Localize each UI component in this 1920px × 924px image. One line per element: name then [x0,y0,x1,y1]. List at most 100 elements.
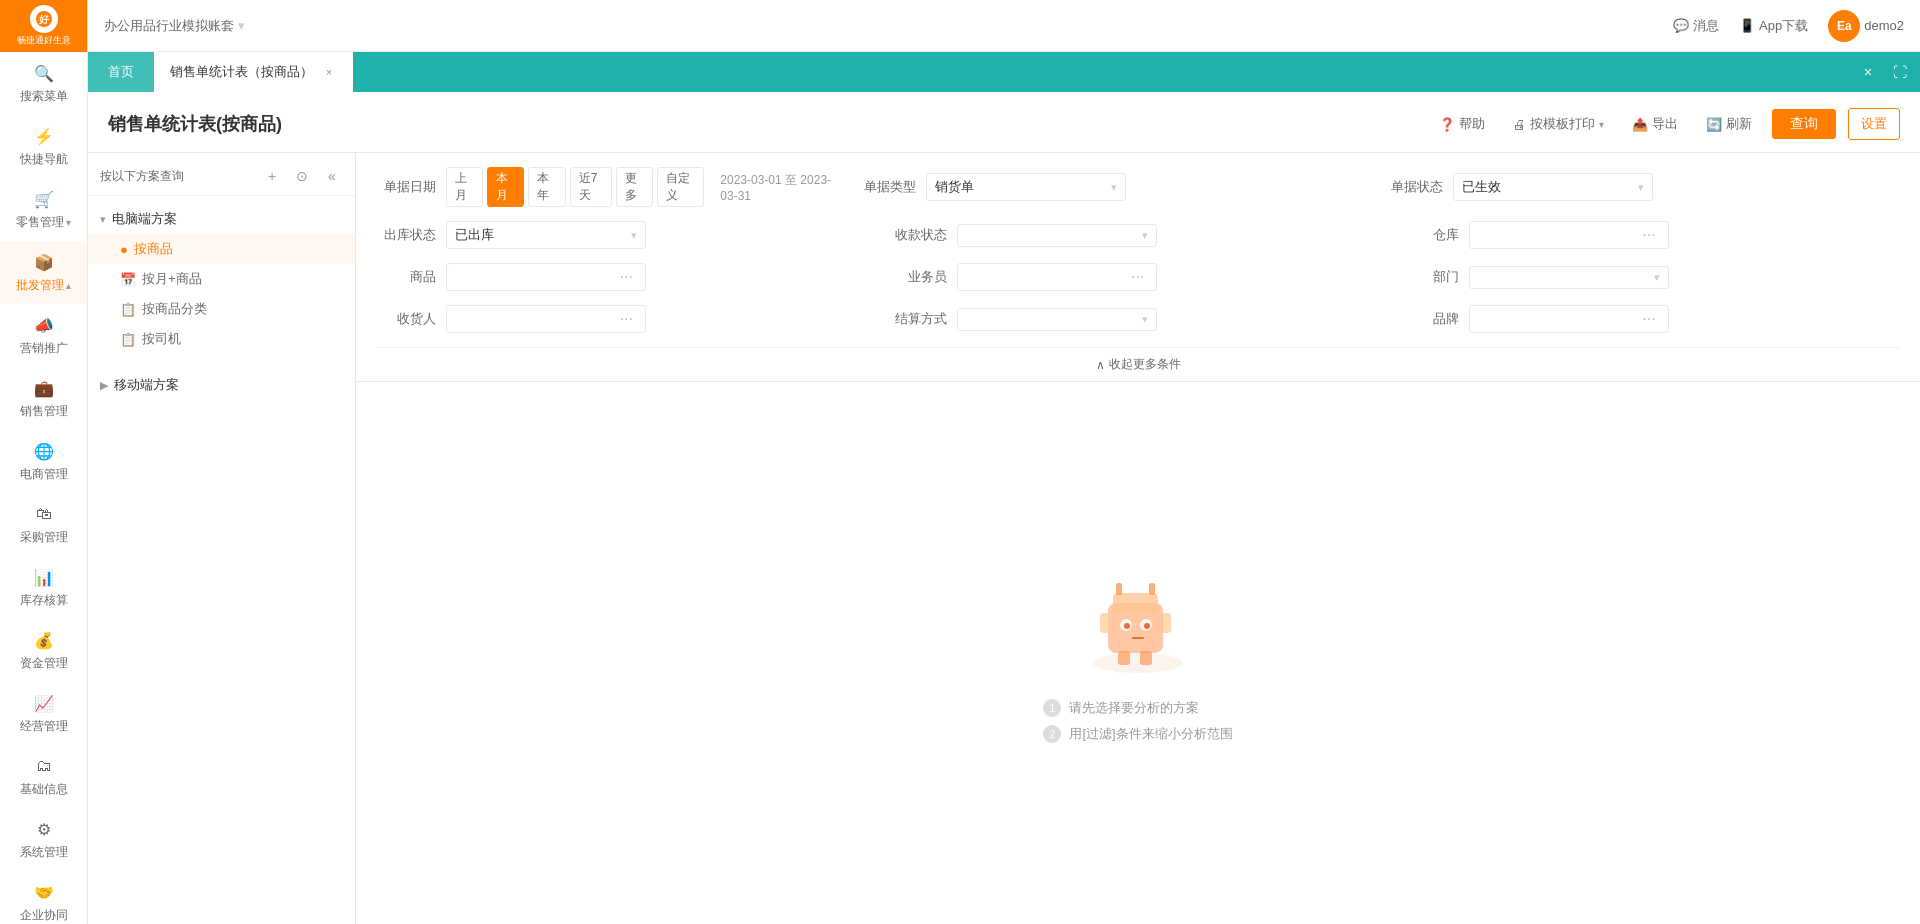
goods-dots[interactable]: ··· [616,268,637,286]
fullscreen-button[interactable]: ⛶ [1888,60,1912,84]
salesman-dots[interactable]: ··· [1127,268,1148,286]
tree-item-by-month-goods[interactable]: 📅 按月+商品 [88,264,355,294]
receiver-cell: ··· [446,305,877,333]
print-button[interactable]: 🖨 按模板打印 ▾ [1505,111,1612,137]
body-split: 按以下方案查询 + ⊙ « ▾ [88,153,1920,924]
page-title: 销售单统计表(按商品) [108,112,1431,136]
sidebar-item-finance[interactable]: 💰 资金管理 [0,619,88,682]
sidebar-item-wholesale[interactable]: 📦 批发管理 ▴ [0,241,88,304]
date-btn-thismonth[interactable]: 本月 [487,167,524,207]
date-btn-custom[interactable]: 自定义 [657,167,704,207]
warehouse-select[interactable]: ··· [1469,221,1669,249]
tree-item-by-driver[interactable]: 📋 按司机 [88,324,355,354]
doc-status-value: 已生效 [1462,178,1501,196]
svg-text:好: 好 [38,14,50,25]
sidebar-item-basic[interactable]: 🗂 基础信息 [0,745,88,808]
tree-item-by-goods[interactable]: ● 按商品 [88,234,355,264]
active-item-icon: ● [120,242,128,257]
out-status-select[interactable]: 已出库 ▾ [446,221,646,249]
mobile-section-header[interactable]: ▶ 移动端方案 [88,370,355,400]
date-btn-more[interactable]: 更多 [616,167,653,207]
query-button[interactable]: 查询 [1772,109,1836,139]
workspace-title[interactable]: 办公用品行业模拟账套 ▾ [104,17,245,35]
left-panel-header: 按以下方案查询 + ⊙ « [88,153,355,196]
sidebar-item-management[interactable]: 📈 经营管理 [0,682,88,745]
receiver-select[interactable]: ··· [446,305,646,333]
sidebar-item-search[interactable]: 🔍 搜索菜单 [0,52,88,115]
sidebar-item-retail[interactable]: 🛒 零售管理 ▾ [0,178,88,241]
ecommerce-icon: 🌐 [33,440,55,462]
sidebar-item-marketing[interactable]: 📣 营销推广 [0,304,88,367]
doc-type-value: 销货单 [935,178,974,196]
salesman-label: 业务员 [877,268,957,286]
goods-select[interactable]: ··· [446,263,646,291]
refresh-label: 刷新 [1726,115,1752,133]
sidebar-item-system[interactable]: ⚙ 系统管理 [0,808,88,871]
add-scheme-button[interactable]: + [261,165,283,187]
sidebar-item-ecommerce[interactable]: 🌐 电商管理 [0,430,88,493]
empty-state: 1 请先选择要分析的方案 2 用[过滤]条件来缩小分析范围 [356,382,1920,924]
sidebar-item-inventory[interactable]: 📊 库存核算 [0,556,88,619]
svg-point-2 [1093,653,1183,673]
scheme-settings-icon: ⊙ [296,168,308,184]
salesman-select[interactable]: ··· [957,263,1157,291]
close-window-button[interactable]: × [1856,60,1880,84]
inventory-icon: 📊 [33,566,55,588]
export-button[interactable]: 📤 导出 [1624,111,1686,137]
settings-button[interactable]: 设置 [1848,108,1900,140]
salesman-cell: ··· [957,263,1388,291]
tree-item-by-category[interactable]: 📋 按商品分类 [88,294,355,324]
refresh-button[interactable]: 🔄 刷新 [1698,111,1760,137]
tab-home[interactable]: 首页 [88,52,154,92]
warehouse-cell: ··· [1469,221,1900,249]
enterprise-icon: 🤝 [33,881,55,903]
settlement-label: 结算方式 [877,310,957,328]
sidebar-item-management-label: 经营管理 [20,718,68,735]
settlement-cell: ▾ [957,308,1388,331]
goods-label: 商品 [376,268,446,286]
receiver-dots[interactable]: ··· [616,310,637,328]
help-button[interactable]: ❓ 帮助 [1431,111,1493,137]
app-download-button[interactable]: 📱 App下载 [1739,17,1808,35]
tab-bar-end: × ⛶ [1856,60,1920,84]
brand-select[interactable]: ··· [1469,305,1669,333]
computer-section-header[interactable]: ▾ 电脑端方案 [88,204,355,234]
empty-tip-2: 2 用[过滤]条件来缩小分析范围 [1043,725,1232,743]
user-menu[interactable]: Ea demo2 [1828,10,1904,42]
date-filter-value: 上月 本月 本年 近7天 更多 自定义 2023-03-01 至 2023-03… [446,167,846,207]
sidebar-item-sales-label: 销售管理 [20,403,68,420]
settlement-select[interactable]: ▾ [957,308,1157,331]
app-logo[interactable]: 好 畅捷通好生意 [0,0,88,52]
tab-close-button[interactable]: × [321,64,337,80]
date-btn-thisyear[interactable]: 本年 [528,167,565,207]
sidebar-item-sales[interactable]: 💼 销售管理 [0,367,88,430]
collapse-button[interactable]: ∧ 收起更多条件 [1088,348,1189,381]
tab-active[interactable]: 销售单统计表（按商品） × [154,52,353,92]
settings-label: 设置 [1861,115,1887,133]
sidebar-item-purchase[interactable]: 🛍 采购管理 [0,493,88,556]
tab-bar: 首页 销售单统计表（按商品） × × ⛶ [88,52,1920,92]
collection-status-cell: ▾ [957,224,1388,247]
collapse-panel-button[interactable]: « [321,165,343,187]
doc-type-select[interactable]: 销货单 ▾ [926,173,1126,201]
brand-dots[interactable]: ··· [1638,310,1659,328]
doc-status-select[interactable]: 已生效 ▾ [1453,173,1653,201]
date-btn-7days[interactable]: 近7天 [570,167,613,207]
warehouse-dots[interactable]: ··· [1638,226,1659,244]
retail-icon: 🛒 [33,188,55,210]
right-content: 单据日期 上月 本月 本年 近7天 更多 自定义 2023-03-01 至 20… [356,153,1920,924]
date-range-text: 2023-03-01 至 2023-03-31 [720,172,846,203]
sidebar-item-search-label: 搜索菜单 [20,88,68,105]
doc-type-cell: 销货单 ▾ [926,173,1373,201]
help-label: 帮助 [1459,115,1485,133]
collection-status-select[interactable]: ▾ [957,224,1157,247]
sidebar-item-quicknav[interactable]: ⚡ 快捷导航 [0,115,88,178]
filter-panel: 单据日期 上月 本月 本年 近7天 更多 自定义 2023-03-01 至 20… [356,153,1920,382]
scheme-settings-button[interactable]: ⊙ [291,165,313,187]
sidebar-item-enterprise[interactable]: 🤝 企业协同 [0,871,88,924]
svg-rect-10 [1100,613,1110,633]
dept-select[interactable]: ▾ [1469,266,1669,289]
date-btn-lastmonth[interactable]: 上月 [446,167,483,207]
search-icon: 🔍 [33,62,55,84]
message-button[interactable]: 💬 消息 [1673,17,1719,35]
